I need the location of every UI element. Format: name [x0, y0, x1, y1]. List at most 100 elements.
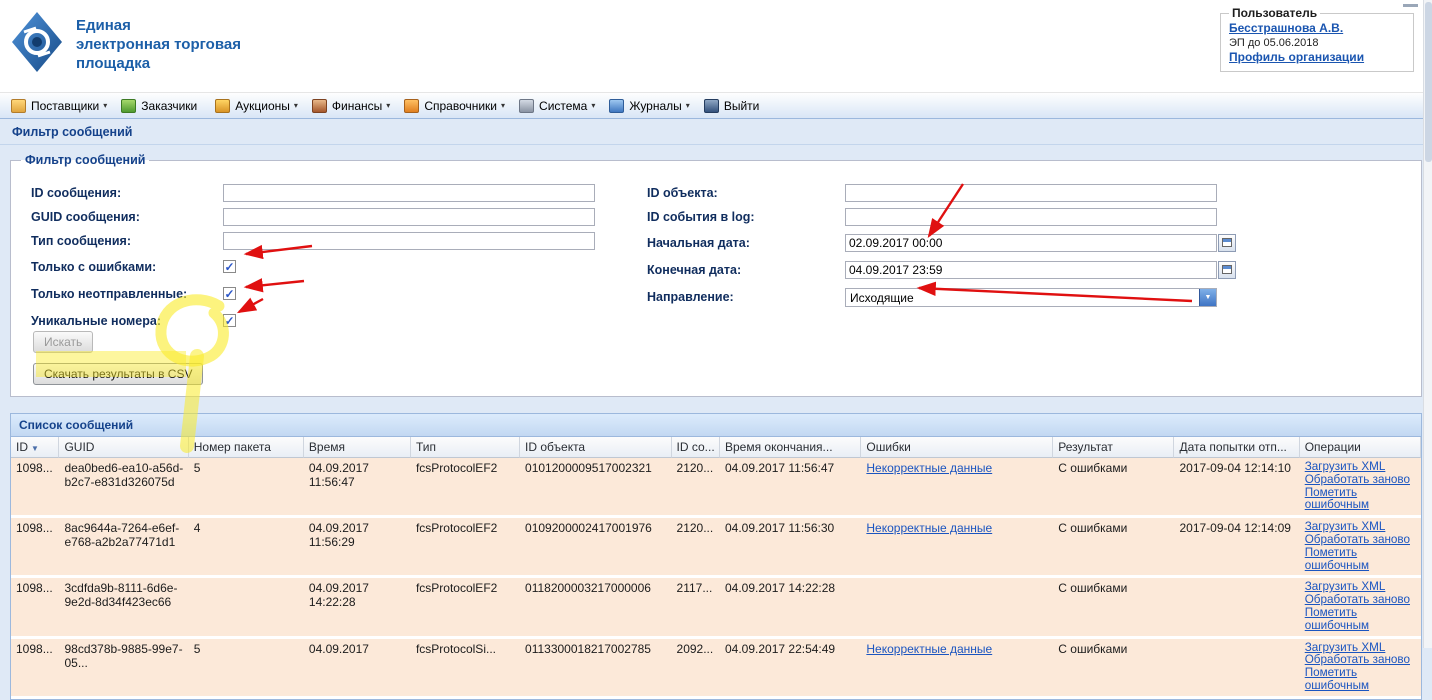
vertical-scrollbar[interactable] — [1423, 0, 1432, 648]
load-xml-link[interactable]: Загрузить XML — [1305, 641, 1386, 654]
reprocess-link[interactable]: Обработать заново — [1305, 473, 1410, 486]
download-csv-button[interactable]: Скачать результаты в CSV — [33, 363, 204, 385]
sort-arrow-icon: ▼ — [31, 444, 39, 453]
load-xml-link[interactable]: Загрузить XML — [1305, 520, 1386, 533]
cell-errors: Некорректные данные — [861, 518, 1054, 579]
unique-numbers-checkbox[interactable]: ✓ — [223, 314, 236, 327]
id-object-input[interactable] — [845, 184, 1217, 202]
cell-retry-date: 2017-09-04 12:14:10 — [1174, 458, 1300, 519]
guid-message-input[interactable] — [223, 208, 595, 226]
cell-time: 04.09.2017 14:22:28 — [303, 578, 411, 639]
column-header-packet[interactable]: Номер пакета — [188, 437, 304, 458]
reprocess-link[interactable]: Обработать заново — [1305, 653, 1410, 666]
dropdown-arrow-icon[interactable]: ▼ — [1199, 288, 1216, 306]
column-header-time[interactable]: Время — [303, 437, 411, 458]
only-unsent-checkbox[interactable]: ✓ — [223, 287, 236, 300]
reprocess-link[interactable]: Обработать заново — [1305, 593, 1410, 606]
cell-id: 1098... — [11, 458, 60, 519]
cell-id: 1098... — [11, 578, 60, 639]
cell-result: С ошибками — [1053, 578, 1175, 639]
column-header-result[interactable]: Результат — [1053, 437, 1175, 458]
menu-item-journals[interactable]: Журналы ▾ — [602, 97, 696, 115]
logo: Единая электронная торговая площадка — [10, 10, 241, 74]
cell-id: 1098... — [11, 518, 60, 579]
org-profile-link[interactable]: Профиль организации — [1229, 50, 1405, 65]
cell-guid: dea0bed6-ea10-a56d-b2c7-e831d326075d — [59, 458, 189, 519]
messages-grid-panel: Список сообщений ID ▼ GUID Номер пакета В… — [10, 413, 1422, 700]
cell-end-time: 04.09.2017 14:22:28 — [720, 578, 862, 639]
table-row: 1098... dea0bed6-ea10-a56d-b2c7-e831d326… — [11, 458, 1421, 519]
mark-error-link[interactable]: Пометить ошибочным — [1305, 666, 1369, 692]
guid-message-label: GUID сообщения: — [31, 210, 140, 224]
menu-item-suppliers[interactable]: Поставщики ▾ — [4, 97, 114, 115]
filter-left-column: ID сообщения: GUID сообщения: Тип сообще… — [31, 181, 595, 334]
reprocess-link[interactable]: Обработать заново — [1305, 533, 1410, 546]
cell-errors: Некорректные данные — [861, 458, 1054, 519]
cell-packet — [188, 578, 304, 639]
end-date-input[interactable] — [845, 260, 1217, 279]
cell-object-id: 0101200009517002321 — [520, 458, 672, 519]
calendar-icon — [1222, 265, 1232, 274]
suppliers-folder-icon — [11, 98, 26, 113]
cell-type: fcsProtocolEF2 — [410, 458, 521, 519]
cell-event-id: 2120... — [671, 518, 720, 579]
menu-item-finance[interactable]: Финансы ▾ — [305, 97, 397, 115]
start-date-calendar-button[interactable] — [1218, 233, 1236, 252]
load-xml-link[interactable]: Загрузить XML — [1305, 460, 1386, 473]
mark-error-link[interactable]: Пометить ошибочным — [1305, 486, 1369, 512]
cell-type: fcsProtocolEF2 — [410, 578, 521, 639]
column-header-guid[interactable]: GUID — [59, 437, 189, 458]
chevron-down-icon: ▾ — [501, 101, 506, 110]
exit-door-icon — [703, 98, 719, 113]
id-message-input[interactable] — [223, 184, 595, 202]
mark-error-link[interactable]: Пометить ошибочным — [1305, 606, 1369, 632]
end-date-calendar-button[interactable] — [1218, 260, 1236, 279]
id-event-log-label: ID события в log: — [647, 210, 755, 224]
menu-item-system[interactable]: Система ▾ — [512, 97, 602, 115]
only-errors-checkbox[interactable]: ✓ — [223, 260, 236, 273]
table-row: 1098... 8ac9644a-7264-e6ef-e768-a2b2a774… — [11, 518, 1421, 579]
column-header-object-id[interactable]: ID объекта — [520, 437, 672, 458]
menu-item-customers[interactable]: Заказчики — [114, 97, 208, 115]
page-header: Единая электронная торговая площадка Пол… — [0, 0, 1432, 92]
cell-end-time: 04.09.2017 11:56:47 — [720, 458, 862, 519]
menu-item-auctions[interactable]: Аукционы ▾ — [208, 97, 305, 115]
cell-retry-date — [1174, 578, 1300, 639]
cell-guid: 3cdfda9b-8111-6d6e-9e2d-8d34f423ec66 — [59, 578, 189, 639]
filter-legend: Фильтр сообщений — [25, 153, 146, 167]
error-details-link[interactable]: Некорректные данные — [866, 521, 992, 535]
direction-label: Направление: — [647, 290, 734, 304]
cell-result: С ошибками — [1053, 458, 1175, 519]
check-icon: ✓ — [224, 313, 235, 328]
column-header-errors[interactable]: Ошибки — [861, 437, 1054, 458]
chevron-down-icon: ▾ — [685, 101, 690, 110]
type-message-input[interactable] — [223, 232, 595, 250]
error-details-link[interactable]: Некорректные данные — [866, 642, 992, 656]
column-header-retry-date[interactable]: Дата попытки отп... — [1174, 437, 1300, 458]
system-monitor-icon — [519, 98, 535, 113]
user-name-link[interactable]: Бесстрашнова А.В. — [1229, 21, 1405, 36]
load-xml-link[interactable]: Загрузить XML — [1305, 580, 1386, 593]
menu-item-reference[interactable]: Справочники ▾ — [397, 97, 512, 115]
menu-item-logout[interactable]: Выйти — [697, 97, 767, 115]
column-header-type[interactable]: Тип — [410, 437, 521, 458]
column-header-id[interactable]: ID ▼ — [11, 437, 60, 458]
direction-select[interactable]: Исходящие ▼ — [845, 287, 1217, 307]
cell-packet: 5 — [188, 458, 304, 519]
cell-operations: Загрузить XML Обработать заново Пометить… — [1299, 458, 1421, 519]
error-details-link[interactable]: Некорректные данные — [866, 461, 992, 475]
column-header-event-id[interactable]: ID со... — [671, 437, 720, 458]
id-object-label: ID объекта: — [647, 186, 718, 200]
cell-object-id: 0118200003217000006 — [520, 578, 672, 639]
column-header-operations[interactable]: Операции — [1299, 437, 1421, 458]
id-event-log-input[interactable] — [845, 208, 1217, 226]
start-date-input[interactable] — [845, 233, 1217, 252]
page-title: Фильтр сообщений — [0, 119, 1432, 145]
mark-error-link[interactable]: Пометить ошибочным — [1305, 546, 1369, 572]
journals-chart-icon — [609, 98, 625, 113]
column-header-end-time[interactable]: Время окончания... — [720, 437, 862, 458]
scrollbar-thumb[interactable] — [1425, 2, 1432, 162]
cell-object-id: 0109200002417001976 — [520, 518, 672, 579]
search-button[interactable]: Искать — [33, 331, 94, 353]
filter-fieldset: Фильтр сообщений ID сообщения: GUID сооб… — [10, 153, 1422, 397]
